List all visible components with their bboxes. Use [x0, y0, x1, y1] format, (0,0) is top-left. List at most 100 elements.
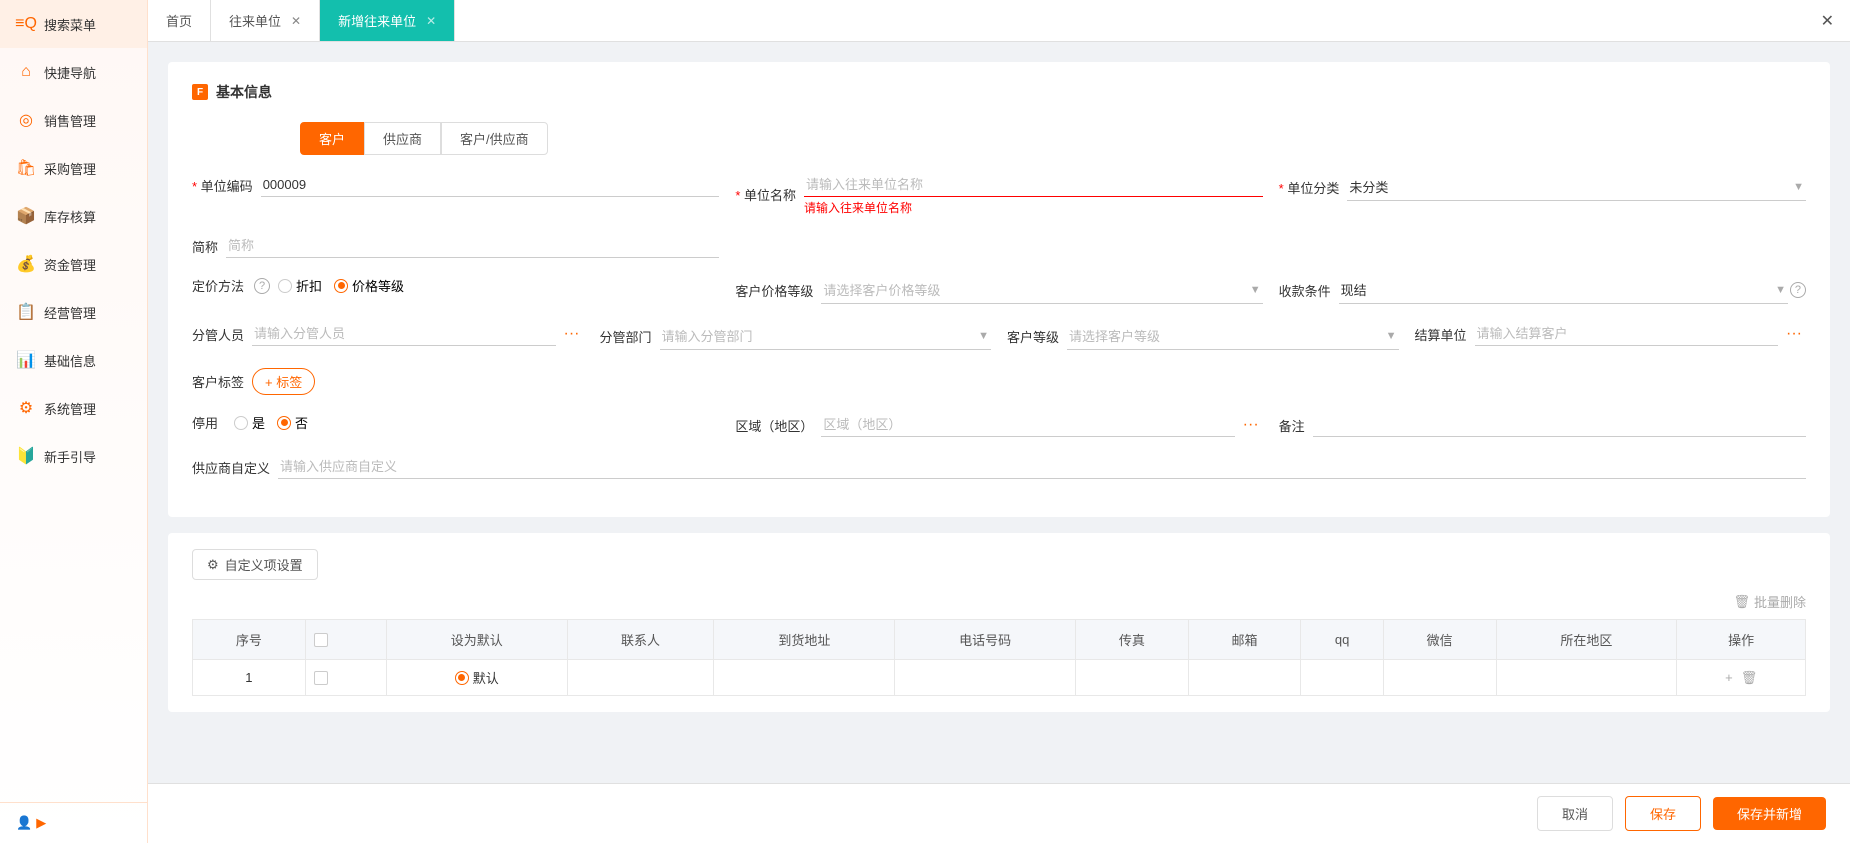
- sidebar-user-icon: 👤: [16, 815, 32, 831]
- unit-type-supplier[interactable]: 供应商: [364, 122, 441, 155]
- disable-radio-yes[interactable]: 是: [234, 413, 265, 432]
- save-button[interactable]: 保存: [1625, 796, 1701, 831]
- sidebar-item-inventory[interactable]: 📦 库存核算: [0, 192, 147, 240]
- col-address: 到货地址: [714, 620, 895, 660]
- disable-no-circle: [277, 416, 291, 430]
- form-row-7: 供应商自定义: [192, 455, 1806, 479]
- tab-partners-close[interactable]: ✕: [291, 14, 301, 28]
- form-row-4: 分管人员 ··· 分管部门 请输入分管部门 ▼ 客户等级 请选择客户等级 ▼: [192, 322, 1806, 350]
- tags-label: 客户标签: [192, 372, 244, 391]
- section-title: F 基本信息: [192, 82, 1806, 102]
- tab-new-partner[interactable]: 新增往来单位 ✕: [320, 0, 455, 41]
- shortname-input[interactable]: [226, 234, 719, 258]
- field-disable: 停用 是 否: [192, 413, 719, 432]
- tab-bar: 首页 往来单位 ✕ 新增往来单位 ✕ ✕: [148, 0, 1850, 42]
- row-delete-btn[interactable]: 🗑: [1741, 670, 1758, 686]
- code-input[interactable]: [261, 173, 720, 197]
- settlement-more-btn[interactable]: ···: [1782, 325, 1806, 343]
- custom-settings-btn[interactable]: ⚙ 自定义项设置: [192, 549, 318, 580]
- unit-type-customer[interactable]: 客户: [300, 122, 364, 155]
- row-check: [305, 660, 386, 696]
- field-name: 单位名称 请输入往来单位名称: [735, 173, 1262, 216]
- region-input[interactable]: [821, 413, 1234, 437]
- sidebar-item-operations[interactable]: 📋 经营管理: [0, 288, 147, 336]
- department-label: 分管部门: [600, 327, 652, 346]
- row-checkbox[interactable]: [314, 671, 328, 685]
- row-phone: [895, 660, 1076, 696]
- unit-type-row: 客户 供应商 客户/供应商: [192, 122, 1806, 155]
- row-default-radio[interactable]: 默认: [395, 668, 559, 687]
- sidebar-item-finance[interactable]: 💰 资金管理: [0, 240, 147, 288]
- col-check: [305, 620, 386, 660]
- sidebar-item-sales[interactable]: ◎ 销售管理: [0, 96, 147, 144]
- field-department: 分管部门 请输入分管部门 ▼: [600, 322, 992, 350]
- remark-input[interactable]: [1313, 413, 1806, 437]
- field-pricing: 定价方法 ? 折扣 价格等级: [192, 276, 719, 295]
- name-input[interactable]: [804, 173, 1263, 197]
- name-label: 单位名称: [735, 185, 796, 204]
- field-region: 区域（地区） ···: [735, 413, 1262, 437]
- batch-delete-area: 🗑 批量删除: [192, 592, 1806, 611]
- customer-price-select[interactable]: 请选择客户价格等级 ▼: [821, 276, 1262, 304]
- disable-radio-no[interactable]: 否: [277, 413, 308, 432]
- contacts-table: 序号 设为默认 联系人 到货地址 电话号码 传真 邮箱 qq 微信 所在地区: [192, 619, 1806, 696]
- tab-partners[interactable]: 往来单位 ✕: [211, 0, 320, 41]
- content-area: F 基本信息 客户 供应商 客户/供应商 单位编码 单位名称: [148, 42, 1850, 783]
- col-qq: qq: [1301, 620, 1383, 660]
- batch-delete-icon: 🗑: [1733, 594, 1750, 610]
- region-more-btn[interactable]: ···: [1239, 416, 1263, 434]
- row-qq: [1301, 660, 1383, 696]
- sidebar-item-purchase[interactable]: 🛍 采购管理: [0, 144, 147, 192]
- row-actions: + 🗑: [1677, 660, 1806, 696]
- search-menu-icon: ≡Q: [16, 14, 36, 34]
- manager-more-btn[interactable]: ···: [560, 325, 584, 343]
- sales-icon: ◎: [16, 110, 36, 130]
- window-close-icon[interactable]: ✕: [1821, 11, 1834, 31]
- add-tag-btn[interactable]: + 标签: [252, 368, 315, 395]
- cancel-button[interactable]: 取消: [1537, 796, 1613, 831]
- form-row-3: 定价方法 ? 折扣 价格等级 客户价格等级: [192, 276, 1806, 304]
- pricing-radio-discount[interactable]: 折扣: [278, 276, 322, 295]
- col-email: 邮箱: [1188, 620, 1301, 660]
- pricing-radio-group: 折扣 价格等级: [278, 276, 404, 295]
- field-shortname: 简称: [192, 234, 719, 258]
- col-region: 所在地区: [1496, 620, 1677, 660]
- field-supplier-custom: 供应商自定义: [192, 455, 1806, 479]
- supplier-custom-input[interactable]: [278, 455, 1806, 479]
- manager-label: 分管人员: [192, 325, 244, 344]
- field-settlement: 结算单位 ···: [1415, 322, 1807, 346]
- newbie-icon: 🔰: [16, 446, 36, 466]
- payment-help-icon: ?: [1790, 282, 1806, 298]
- tab-home[interactable]: 首页: [148, 0, 211, 41]
- section-icon: F: [192, 84, 208, 100]
- row-seq: 1: [193, 660, 306, 696]
- payment-select[interactable]: 现结 ▼: [1339, 276, 1788, 304]
- field-category: 单位分类 未分类 ▼: [1279, 173, 1806, 201]
- settlement-input[interactable]: [1475, 322, 1779, 346]
- customer-level-chevron: ▼: [1386, 330, 1397, 342]
- settlement-label: 结算单位: [1415, 325, 1467, 344]
- name-error-tip: 请输入往来单位名称: [804, 199, 1263, 216]
- row-add-btn[interactable]: +: [1725, 670, 1733, 685]
- manager-input[interactable]: [252, 322, 556, 346]
- sidebar-item-basic-info[interactable]: 📊 基础信息: [0, 336, 147, 384]
- sidebar-item-search[interactable]: ≡Q 搜索菜单: [0, 0, 147, 48]
- tab-new-partner-close[interactable]: ✕: [426, 14, 436, 28]
- finance-icon: 💰: [16, 254, 36, 274]
- sidebar-item-system[interactable]: ⚙ 系统管理: [0, 384, 147, 432]
- sidebar: ≡Q 搜索菜单 ⌂ 快捷导航 ◎ 销售管理 🛍 采购管理 📦 库存核算 💰 资金…: [0, 0, 148, 843]
- row-wechat: [1383, 660, 1496, 696]
- col-fax: 传真: [1076, 620, 1189, 660]
- category-select[interactable]: 未分类 ▼: [1347, 173, 1806, 201]
- save-new-button[interactable]: 保存并新增: [1713, 797, 1826, 830]
- pricing-radio-price-level[interactable]: 价格等级: [334, 276, 404, 295]
- supplier-custom-label: 供应商自定义: [192, 458, 270, 477]
- sidebar-item-newbie[interactable]: 🔰 新手引导: [0, 432, 147, 480]
- customer-level-select[interactable]: 请选择客户等级 ▼: [1067, 322, 1398, 350]
- department-select[interactable]: 请输入分管部门 ▼: [660, 322, 991, 350]
- category-label: 单位分类: [1279, 178, 1340, 197]
- disable-yes-circle: [234, 416, 248, 430]
- unit-type-both[interactable]: 客户/供应商: [441, 122, 548, 155]
- select-all-checkbox[interactable]: [314, 633, 328, 647]
- sidebar-item-quick-nav[interactable]: ⌂ 快捷导航: [0, 48, 147, 96]
